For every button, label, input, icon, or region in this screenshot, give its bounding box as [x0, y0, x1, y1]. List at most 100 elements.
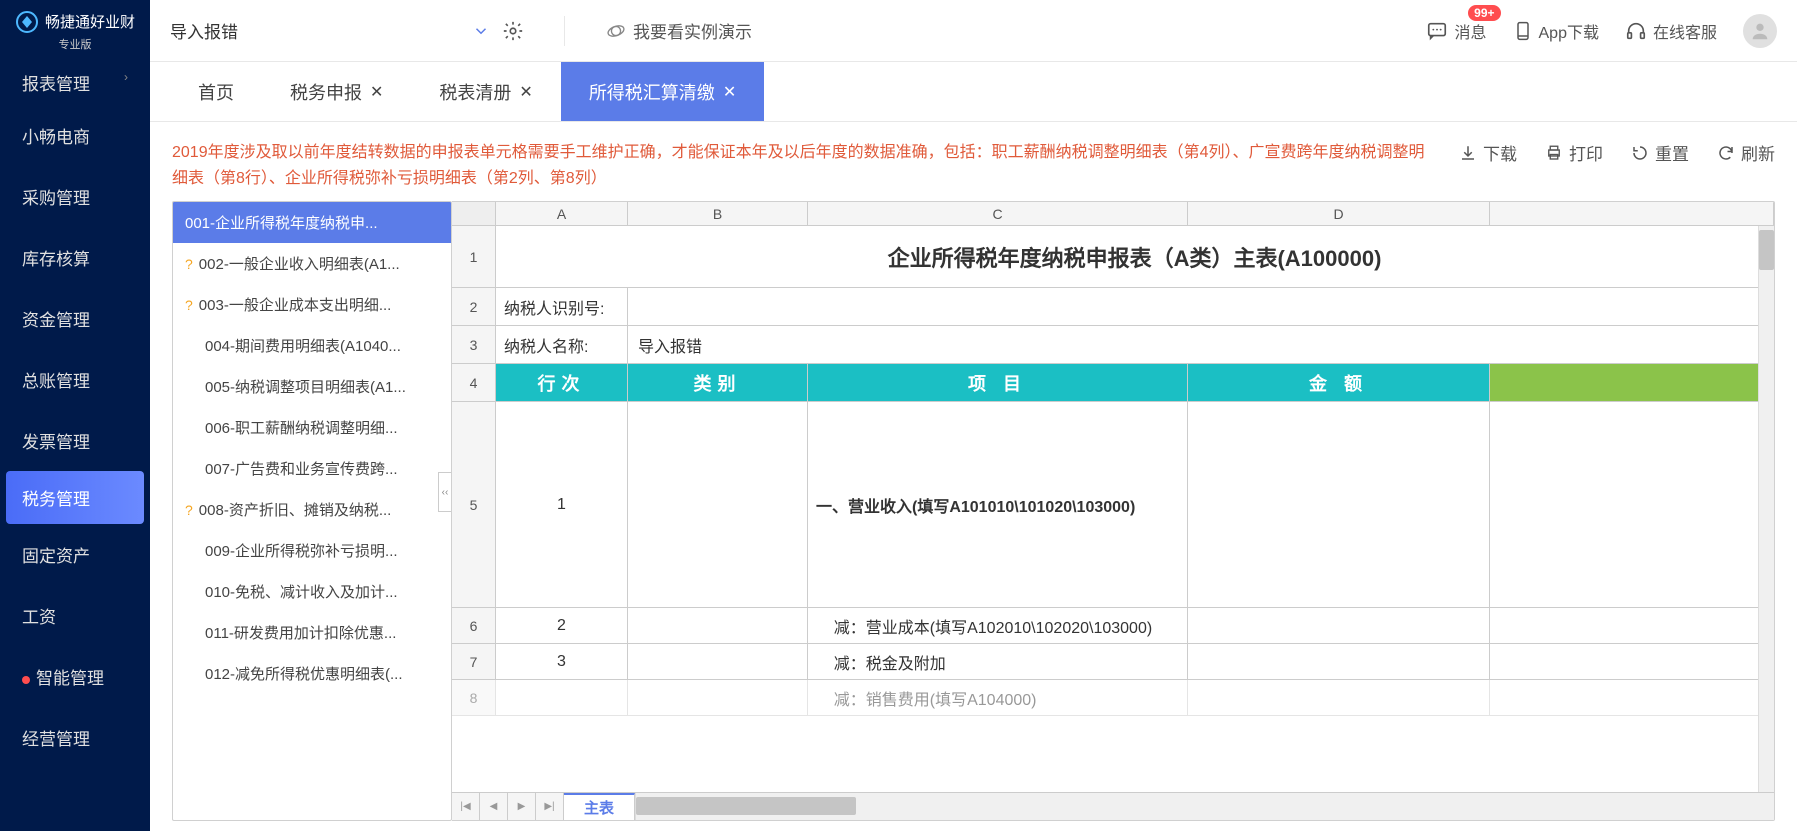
sidebar-item-business[interactable]: 经营管理	[0, 707, 150, 768]
brand-icon	[15, 10, 39, 34]
horizontal-scrollbar[interactable]	[635, 793, 1774, 820]
tab-tax-list[interactable]: 税表清册✕	[411, 62, 560, 121]
header-amount[interactable]: 金 额	[1188, 364, 1490, 401]
sidebar-item-invoice[interactable]: 发票管理	[0, 410, 150, 471]
header-extra[interactable]	[1490, 364, 1774, 401]
reset-button[interactable]: 重置	[1631, 140, 1689, 165]
taxpayer-name-label[interactable]: 纳税人名称:	[496, 326, 628, 363]
row-header[interactable]: 7	[452, 644, 496, 679]
row-header[interactable]: 2	[452, 288, 496, 325]
cell-rownum[interactable]: 2	[496, 608, 628, 643]
close-icon[interactable]: ✕	[370, 82, 383, 102]
sheet-tab-main[interactable]: 主表	[564, 793, 635, 820]
cell-extra[interactable]	[1490, 402, 1774, 607]
sheet-row: 7 3 减：税金及附加	[452, 644, 1774, 680]
cell-rownum[interactable]: 3	[496, 644, 628, 679]
cell-rownum[interactable]: 1	[496, 402, 628, 607]
tab-tax-declare[interactable]: 税务申报✕	[262, 62, 411, 121]
tree-item-005[interactable]: 005-纳税调整项目明细表(A1...	[173, 366, 451, 407]
tab-home[interactable]: 首页	[170, 62, 262, 121]
row-header[interactable]: 1	[452, 226, 496, 287]
refresh-button[interactable]: 刷新	[1717, 140, 1775, 165]
tree-item-003[interactable]: ?003-一般企业成本支出明细...	[173, 284, 451, 325]
row-header[interactable]: 4	[452, 364, 496, 401]
header-item[interactable]: 项 目	[808, 364, 1188, 401]
taxpayer-id-label[interactable]: 纳税人识别号:	[496, 288, 628, 325]
messages-link[interactable]: 消息 99+	[1426, 19, 1486, 43]
cell-item[interactable]: 减：营业成本(填写A102010\102020\103000)	[808, 608, 1188, 643]
print-button[interactable]: 打印	[1545, 140, 1603, 165]
tree-item-008[interactable]: ?008-资产折旧、摊销及纳税...	[173, 489, 451, 530]
cell-amount[interactable]	[1188, 644, 1490, 679]
sidebar-item-inventory[interactable]: 库存核算	[0, 227, 150, 288]
gear-icon[interactable]	[502, 20, 524, 42]
cell-rownum[interactable]	[496, 680, 628, 715]
cell-item[interactable]: 减：税金及附加	[808, 644, 1188, 679]
tree-item-007[interactable]: 007-广告费和业务宣传费跨...	[173, 448, 451, 489]
tree-item-009[interactable]: 009-企业所得税弥补亏损明...	[173, 530, 451, 571]
cell-amount[interactable]	[1188, 680, 1490, 715]
sheet-nav-prev[interactable]: ◀	[480, 793, 508, 820]
support-link[interactable]: 在线客服	[1625, 19, 1717, 43]
tree-item-011[interactable]: 011-研发费用加计扣除优惠...	[173, 612, 451, 653]
tree-item-010[interactable]: 010-免税、减计收入及加计...	[173, 571, 451, 612]
sheet-title[interactable]: 企业所得税年度纳税申报表（A类）主表(A100000)	[496, 226, 1774, 287]
global-search[interactable]: 导入报错	[170, 18, 524, 43]
sidebar-item-salary[interactable]: 工资	[0, 585, 150, 646]
taxpayer-id-value[interactable]	[628, 288, 1774, 325]
tree-item-001[interactable]: 001-企业所得税年度纳税申...	[173, 202, 451, 243]
sheet-nav-first[interactable]: |◀	[452, 793, 480, 820]
cell-item[interactable]: 一、营业收入(填写A101010\101020\103000)	[808, 402, 1188, 607]
sidebar-item-cut[interactable]: 报表管理›	[0, 70, 150, 105]
demo-link[interactable]: 我要看实例演示	[564, 16, 752, 46]
cell-item[interactable]: 减：销售费用(填写A104000)	[808, 680, 1188, 715]
chevron-down-icon[interactable]	[472, 22, 490, 40]
sidebar-item-ecommerce[interactable]: 小畅电商	[0, 105, 150, 166]
cell-extra[interactable]	[1490, 644, 1774, 679]
sidebar-item-tax[interactable]: 税务管理	[6, 471, 144, 524]
tree-item-002[interactable]: ?002-一般企业收入明细表(A1...	[173, 243, 451, 284]
download-button[interactable]: 下载	[1459, 140, 1517, 165]
row-header[interactable]: 8	[452, 680, 496, 715]
tabs-bar: 首页 税务申报✕ 税表清册✕ 所得税汇算清缴✕	[150, 62, 1797, 122]
vertical-scrollbar[interactable]	[1758, 226, 1774, 792]
col-header-D[interactable]: D	[1188, 202, 1490, 225]
tree-item-004[interactable]: 004-期间费用明细表(A1040...	[173, 325, 451, 366]
taxpayer-name-value[interactable]: 导入报错	[628, 326, 1774, 363]
sheet-row: 4 行次 类别 项 目 金 额	[452, 364, 1774, 402]
tab-income-tax[interactable]: 所得税汇算清缴✕	[561, 62, 764, 121]
sheet-nav-next[interactable]: ▶	[508, 793, 536, 820]
cell-extra[interactable]	[1490, 608, 1774, 643]
cell-extra[interactable]	[1490, 680, 1774, 715]
row-header[interactable]: 3	[452, 326, 496, 363]
tree-item-006[interactable]: 006-职工薪酬纳税调整明细...	[173, 407, 451, 448]
close-icon[interactable]: ✕	[519, 82, 532, 102]
sidebar-item-ledger[interactable]: 总账管理	[0, 349, 150, 410]
cell-category-merged[interactable]	[628, 402, 808, 607]
col-header-C[interactable]: C	[808, 202, 1188, 225]
cell-amount[interactable]	[1188, 608, 1490, 643]
collapse-tree-button[interactable]: ‹‹	[438, 472, 452, 512]
header-category[interactable]: 类别	[628, 364, 808, 401]
sheet-nav-last[interactable]: ▶|	[536, 793, 564, 820]
cell-category-merged[interactable]	[628, 608, 808, 643]
app-download-link[interactable]: App下载	[1513, 19, 1599, 43]
reset-icon	[1631, 144, 1649, 162]
cell-category-merged[interactable]	[628, 644, 808, 679]
close-icon[interactable]: ✕	[723, 82, 736, 102]
row-header[interactable]: 5	[452, 402, 496, 607]
header-rownum[interactable]: 行次	[496, 364, 628, 401]
col-header-B[interactable]: B	[628, 202, 808, 225]
sidebar-item-funds[interactable]: 资金管理	[0, 288, 150, 349]
cell-amount[interactable]	[1188, 402, 1490, 607]
sidebar-item-purchase[interactable]: 采购管理	[0, 166, 150, 227]
col-header-A[interactable]: A	[496, 202, 628, 225]
tree-item-012[interactable]: 012-减免所得税优惠明细表(...	[173, 653, 451, 694]
avatar[interactable]	[1743, 14, 1777, 48]
row-header[interactable]: 6	[452, 608, 496, 643]
select-all-corner[interactable]	[452, 202, 496, 225]
sidebar-item-smart[interactable]: 智能管理	[0, 646, 150, 707]
cell-category-merged[interactable]	[628, 680, 808, 715]
sidebar-item-assets[interactable]: 固定资产	[0, 524, 150, 585]
sheet-row: 6 2 减：营业成本(填写A102010\102020\103000)	[452, 608, 1774, 644]
